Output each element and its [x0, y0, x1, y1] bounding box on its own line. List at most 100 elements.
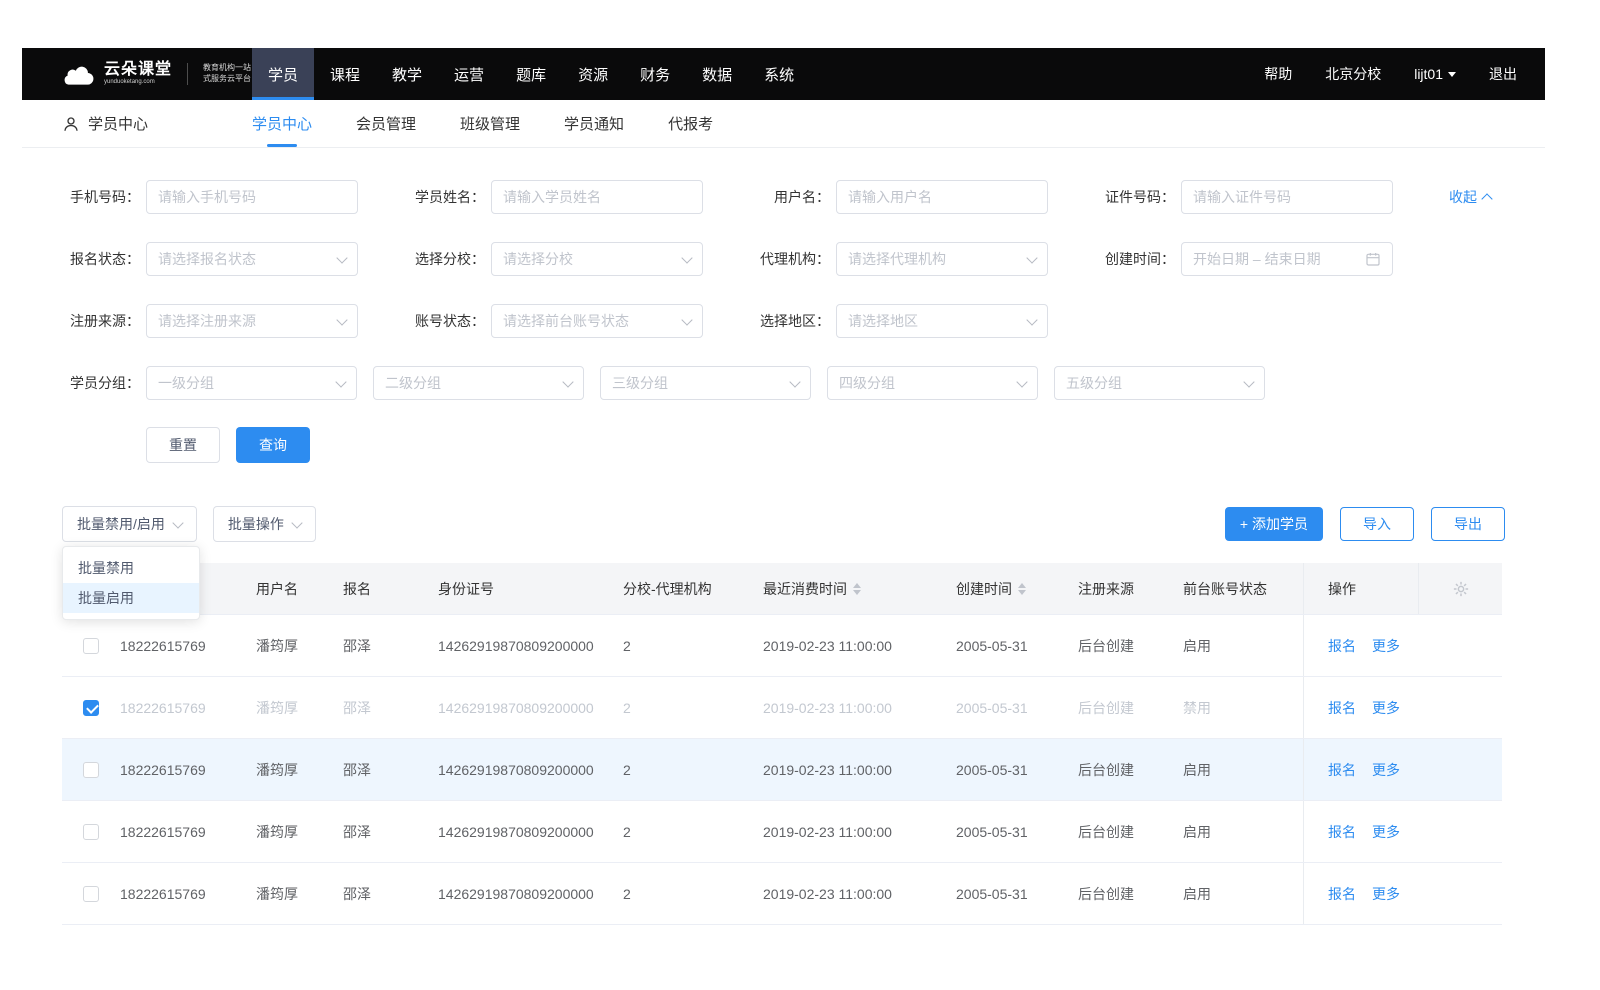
subnav-tab[interactable]: 班级管理	[460, 100, 520, 147]
row-action-link[interactable]: 更多	[1372, 698, 1400, 718]
username-input[interactable]	[836, 180, 1048, 214]
nav-item[interactable]: 资源	[562, 48, 624, 100]
nav-item[interactable]: 数据	[686, 48, 748, 100]
subnav-tab[interactable]: 会员管理	[356, 100, 416, 147]
top-navbar: 云朵课堂 yunduoketang.com 教育机构一站 式服务云平台 学员课程…	[22, 48, 1545, 100]
batch-operations-dropdown[interactable]: 批量操作	[213, 506, 316, 542]
region-select[interactable]: 请选择地区	[836, 304, 1048, 338]
cell-account-status: 启用	[1183, 801, 1303, 862]
row-select-cell	[62, 863, 120, 924]
subnav-tab[interactable]: 学员中心	[252, 100, 312, 147]
header-label: 创建时间	[956, 579, 1012, 599]
row-action-link[interactable]: 报名	[1328, 884, 1356, 904]
group-selects: 一级分组 二级分组 三级分组四级分组五级分组	[146, 366, 1265, 400]
dropdown-menu-item[interactable]: 批量禁用	[63, 553, 199, 583]
branch-select[interactable]: 请选择分校	[491, 242, 703, 276]
filter-label: 报名状态：	[62, 249, 140, 269]
subnav-tab[interactable]: 代报考	[668, 100, 713, 147]
filter-row-groups: 学员分组： 一级分组二级分组三级分组四级分组五级分组	[62, 366, 1505, 400]
group-level-1-select[interactable]: 一级分组	[146, 366, 357, 400]
group-level-5-select[interactable]: 五级分组	[1054, 366, 1265, 400]
header-label: 前台账号状态	[1183, 579, 1267, 599]
group-level-3-select[interactable]: 三级分组	[600, 366, 811, 400]
sort-icon[interactable]	[1018, 583, 1026, 595]
filter-label: 注册来源：	[62, 311, 140, 331]
cell-last-consume-time: 2019-02-23 11:00:00	[763, 677, 956, 738]
row-action-link[interactable]: 报名	[1328, 760, 1356, 780]
filter-label: 手机号码：	[62, 187, 140, 207]
nav-item[interactable]: 题库	[500, 48, 562, 100]
dropdown-menu-item[interactable]: 批量启用	[63, 583, 199, 613]
cell-id-number: 14262919870809200000	[438, 677, 623, 738]
cell-register-source: 后台创建	[1078, 739, 1183, 800]
agency-select[interactable]: 请选择代理机构	[836, 242, 1048, 276]
group-level-2-select[interactable]: 二级分组	[373, 366, 584, 400]
phone-input[interactable]	[146, 180, 358, 214]
cell-username: 潘筠厚	[256, 615, 343, 676]
nav-item[interactable]: 运营	[438, 48, 500, 100]
placeholder-text: 二级分组	[385, 373, 564, 393]
row-checkbox[interactable]	[83, 762, 99, 778]
collapse-link[interactable]: 收起	[1449, 187, 1491, 207]
row-action-link[interactable]: 报名	[1328, 698, 1356, 718]
header-label: 分校-代理机构	[623, 579, 712, 599]
batch-disable-enable-dropdown[interactable]: 批量禁用/启用	[62, 506, 197, 542]
row-action-link[interactable]: 更多	[1372, 760, 1400, 780]
header-label: 最近消费时间	[763, 579, 847, 599]
header-label: 报名	[343, 579, 371, 599]
gear-icon[interactable]	[1452, 580, 1470, 598]
add-student-button[interactable]: + 添加学员	[1225, 507, 1323, 541]
chevron-down-icon	[681, 314, 692, 325]
help-link[interactable]: 帮助	[1264, 64, 1292, 84]
header-cell-create-time[interactable]: 创建时间	[956, 563, 1078, 614]
chevron-down-icon	[172, 517, 183, 528]
header-cell-last-consume-time[interactable]: 最近消费时间	[763, 563, 956, 614]
header-cell-settings[interactable]	[1418, 563, 1502, 614]
group-level-4-select[interactable]: 四级分组	[827, 366, 1038, 400]
cell-branch-agency: 2	[623, 615, 763, 676]
cell-phone: 18222615769	[120, 863, 256, 924]
cloud-logo-icon	[58, 62, 96, 87]
row-action-link[interactable]: 更多	[1372, 822, 1400, 842]
account-status-select[interactable]: 请选择前台账号状态	[491, 304, 703, 338]
search-button[interactable]: 查询	[236, 427, 310, 463]
row-checkbox[interactable]	[83, 700, 99, 716]
nav-item[interactable]: 课程	[314, 48, 376, 100]
logout-link[interactable]: 退出	[1489, 64, 1517, 84]
export-button[interactable]: 导出	[1431, 507, 1505, 541]
id-number-input[interactable]	[1181, 180, 1393, 214]
cell-branch-agency: 2	[623, 739, 763, 800]
table-row: 18222615769潘筠厚邵泽142629198708092000002201…	[62, 739, 1502, 801]
username-filter-field: 用户名：	[752, 180, 1048, 214]
filter-label: 选择分校：	[407, 249, 485, 269]
row-checkbox[interactable]	[83, 886, 99, 902]
row-action-link[interactable]: 报名	[1328, 636, 1356, 656]
nav-item[interactable]: 学员	[252, 48, 314, 100]
enroll-status-select[interactable]: 请选择报名状态	[146, 242, 358, 276]
register-source-select[interactable]: 请选择注册来源	[146, 304, 358, 338]
header-label: 注册来源	[1078, 579, 1134, 599]
import-button[interactable]: 导入	[1340, 507, 1414, 541]
nav-item[interactable]: 教学	[376, 48, 438, 100]
cell-username: 潘筠厚	[256, 801, 343, 862]
filter-label: 账号状态：	[407, 311, 485, 331]
header-cell-enroll: 报名	[343, 563, 438, 614]
user-menu[interactable]: lijt01	[1414, 66, 1456, 82]
create-time-date-range[interactable]: 开始日期 – 结束日期	[1181, 242, 1393, 276]
nav-item[interactable]: 财务	[624, 48, 686, 100]
cell-phone: 18222615769	[120, 739, 256, 800]
branch-link[interactable]: 北京分校	[1325, 64, 1381, 84]
reset-button[interactable]: 重置	[146, 427, 220, 463]
chevron-down-icon	[1016, 376, 1027, 387]
row-checkbox[interactable]	[83, 824, 99, 840]
row-checkbox[interactable]	[83, 638, 99, 654]
student-name-input[interactable]	[491, 180, 703, 214]
subnav-tab[interactable]: 学员通知	[564, 100, 624, 147]
nav-item[interactable]: 系统	[748, 48, 810, 100]
sort-icon[interactable]	[853, 583, 861, 595]
row-action-link[interactable]: 报名	[1328, 822, 1356, 842]
row-action-link[interactable]: 更多	[1372, 636, 1400, 656]
row-action-link[interactable]: 更多	[1372, 884, 1400, 904]
account-status-filter-field: 账号状态： 请选择前台账号状态	[407, 304, 703, 338]
placeholder-text: 请选择地区	[848, 311, 1028, 331]
